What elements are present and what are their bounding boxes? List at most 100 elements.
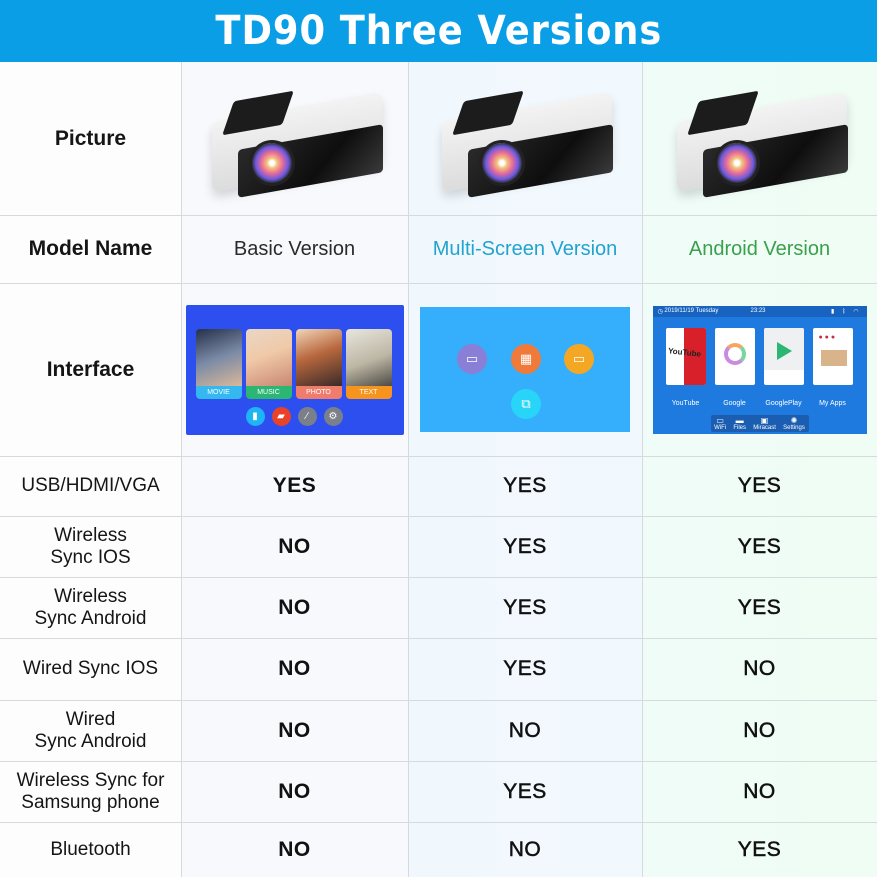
app-label: YouTube — [671, 399, 700, 407]
feature-label: Wired Sync IOS — [0, 638, 181, 700]
basic-feature-value: NO — [278, 779, 311, 803]
feature-label: USB/HDMI/VGA — [0, 456, 181, 516]
play-store-icon — [776, 341, 792, 360]
feature-label: Wired Sync Android — [0, 700, 181, 761]
feature-label-line: Wireless — [54, 585, 127, 607]
android-feature-value: YES — [737, 595, 782, 619]
tile-label: MUSIC — [245, 385, 292, 399]
row-divider — [0, 215, 877, 216]
movie-tile: MOVIE — [195, 328, 242, 399]
monitor-icon: ▭ — [564, 344, 594, 374]
app-label: My Apps — [819, 399, 846, 407]
basic-feature-value: NO — [278, 837, 311, 861]
cable-icon: ∕ — [297, 406, 317, 426]
feature-label-line: Sync Android — [34, 607, 147, 629]
basic-feature-value: NO — [278, 534, 311, 558]
google-ring-icon — [723, 342, 746, 365]
basic-feature-value: NO — [278, 657, 311, 680]
dock-settings: ✺ Settings — [783, 415, 805, 431]
row-divider — [0, 283, 877, 284]
row-divider — [0, 516, 877, 517]
clock-icon: ◷ — [657, 308, 665, 315]
multi-screen-feature-value: YES — [503, 657, 547, 681]
android-feature-value: NO — [743, 779, 776, 803]
cast-icon: ▣ — [760, 415, 769, 425]
app-card-google — [714, 327, 755, 385]
dock-bar: ▭ WiFi ▬ Files ▣ Miracast ✺ Settings — [710, 414, 809, 432]
interface-basic: MOVIE MUSIC PHOTO TEXT ▮ ▰ ∕ ⚙ — [181, 283, 408, 456]
feature-label: Wireless Sync for Samsung phone — [0, 761, 181, 822]
settings-icon: ✺ — [790, 415, 798, 425]
hdmi-icon: ▭ — [457, 344, 487, 374]
basic-feature-value: YES — [272, 474, 317, 497]
picture-basic — [181, 62, 408, 215]
column-divider — [181, 62, 182, 877]
feature-label: Wireless Sync Android — [0, 577, 181, 638]
feature-label-line: Wired Sync IOS — [22, 658, 159, 679]
lens-icon — [716, 142, 757, 183]
lens-icon — [251, 142, 292, 183]
row-divider — [0, 822, 877, 823]
screen-mirror-icon: ⧉ — [511, 389, 541, 419]
multi-screen-ui-screenshot: ▭ ▦ ▭ ⧉ — [420, 307, 630, 432]
multi-screen-feature-value: YES — [503, 779, 547, 803]
column-divider — [408, 62, 409, 877]
basic-feature-value: NO — [278, 718, 311, 742]
app-card-myapps: ● ● ● — [812, 327, 853, 385]
status-bar: ◷ 2019/11/19 Tuesday 23:23 ▮ ᛒ ◠ — [652, 305, 867, 317]
photo-tile: PHOTO — [295, 328, 342, 399]
wifi-icon: ▭ — [716, 415, 724, 425]
interface-android: ◷ 2019/11/19 Tuesday 23:23 ▮ ᛒ ◠ YouTube… — [642, 283, 877, 456]
film-icon: ▦ — [511, 344, 541, 374]
projector-image — [430, 79, 620, 199]
dock-miracast: ▣ Miracast — [753, 415, 776, 431]
dock-files: ▬ Files — [733, 415, 747, 431]
app-label: Google — [723, 399, 746, 407]
lens-icon — [482, 142, 522, 183]
row-divider — [0, 577, 877, 578]
status-time: 23:23 — [750, 308, 766, 314]
header-banner: TD90 Three Versions — [0, 0, 877, 62]
settings-icon: ⚙ — [323, 406, 343, 426]
multi-screen-feature-value: YES — [503, 534, 547, 558]
app-label: GooglePlay — [765, 399, 802, 407]
android-feature-value: NO — [743, 718, 776, 742]
feature-label: Bluetooth — [0, 822, 181, 877]
model-name-basic: Basic Version — [233, 237, 356, 260]
row-label-picture: Picture — [54, 126, 127, 150]
feature-label-line: Wireless Sync for — [16, 769, 165, 791]
text-tile: TEXT — [345, 328, 392, 399]
tile-label: TEXT — [345, 385, 392, 399]
multi-screen-feature-value: NO — [508, 718, 542, 742]
android-feature-value: NO — [743, 657, 776, 681]
feature-label-line: Wired — [65, 708, 116, 730]
projector-image — [665, 79, 855, 199]
android-feature-value: YES — [737, 474, 782, 498]
column-divider — [642, 62, 643, 877]
model-name-android: Android Version — [688, 237, 831, 260]
android-ui-screenshot: ◷ 2019/11/19 Tuesday 23:23 ▮ ᛒ ◠ YouTube… — [652, 305, 867, 434]
tile-label: MOVIE — [195, 385, 242, 399]
status-date: 2019/11/19 Tuesday — [664, 308, 719, 314]
feature-label-line: Wireless — [54, 524, 127, 546]
interface-multi-screen: ▭ ▦ ▭ ⧉ — [408, 283, 642, 456]
multi-screen-feature-value: YES — [503, 595, 547, 619]
feature-label-line: Bluetooth — [50, 838, 131, 860]
tile-label: PHOTO — [295, 385, 342, 399]
app-card-youtube: YouTube — [665, 327, 706, 385]
android-feature-value: YES — [737, 534, 782, 558]
model-name-multi-screen: Multi-Screen Version — [432, 237, 618, 260]
comparison-table: Picture Model Name Basic Version Multi-S… — [0, 62, 877, 877]
sd-card-icon: ▰ — [271, 406, 291, 426]
row-divider — [0, 456, 877, 457]
picture-multi-screen — [408, 62, 642, 215]
multi-screen-feature-value: YES — [503, 474, 547, 498]
feature-label-line: USB/HDMI/VGA — [21, 475, 160, 496]
basic-feature-value: NO — [278, 595, 311, 619]
row-label-model-name: Model Name — [28, 237, 153, 260]
multi-screen-feature-value: NO — [508, 837, 542, 861]
usb-icon: ▮ — [245, 406, 265, 426]
row-label-interface: Interface — [46, 357, 135, 381]
android-feature-value: YES — [737, 837, 782, 861]
app-box-icon — [820, 349, 847, 366]
